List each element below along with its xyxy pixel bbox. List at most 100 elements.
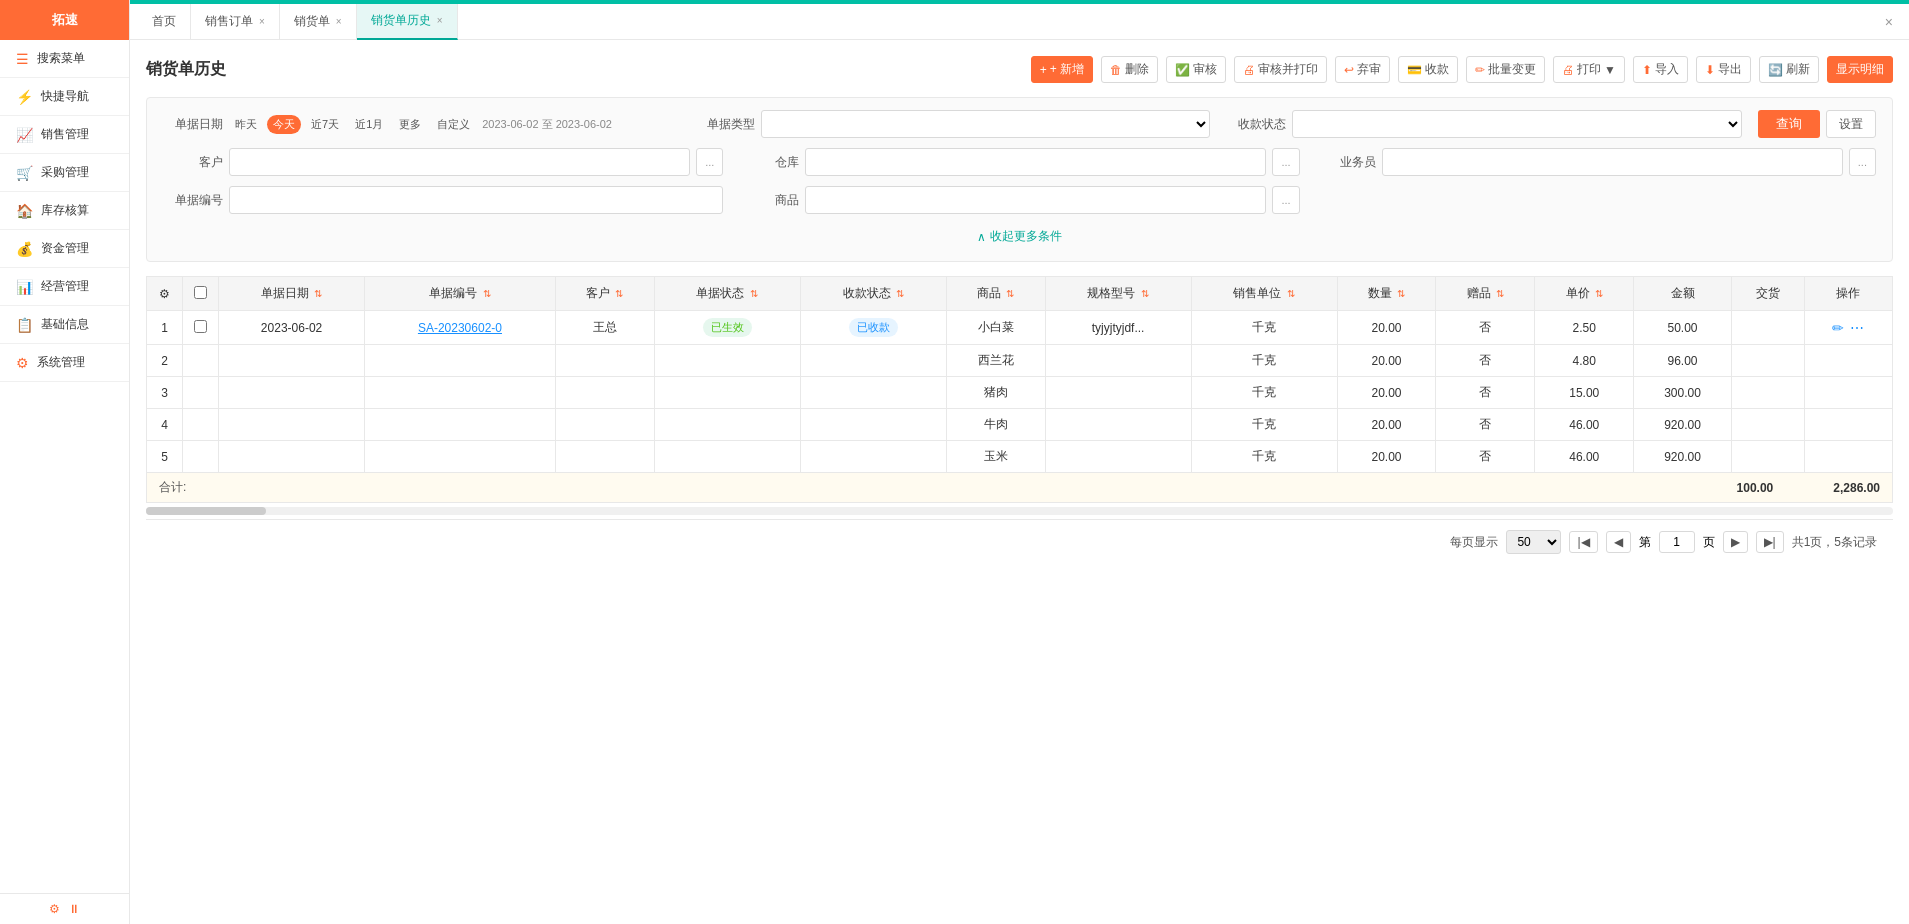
- audit-print-button[interactable]: 🖨 审核并打印: [1234, 56, 1327, 83]
- refresh-button[interactable]: 🔄 刷新: [1759, 56, 1819, 83]
- sidebar-item-quick-nav[interactable]: ⚡ 快捷导航: [0, 78, 129, 116]
- row-unit-price: 15.00: [1535, 377, 1634, 409]
- col-amount[interactable]: 金额: [1634, 277, 1732, 311]
- export-button[interactable]: ⬇ 导出: [1696, 56, 1751, 83]
- new-button[interactable]: + + 新增: [1031, 56, 1093, 83]
- export-icon: ⬇: [1705, 63, 1715, 77]
- tab-sales-order[interactable]: 销售订单 ×: [191, 4, 280, 40]
- col-doc-date[interactable]: 单据日期 ⇅: [219, 277, 365, 311]
- row-doc-status: 已生效: [654, 311, 800, 345]
- page-size-select[interactable]: 50 100 200: [1506, 530, 1561, 554]
- goods-input[interactable]: [805, 186, 1266, 214]
- col-transaction[interactable]: 交货: [1731, 277, 1804, 311]
- row-checkbox[interactable]: [194, 320, 207, 333]
- sidebar-bottom-btn2[interactable]: ⏸: [68, 902, 80, 916]
- tab-sales-history[interactable]: 销货单历史 ×: [357, 4, 458, 40]
- sidebar-item-operations-mgmt[interactable]: 📊 经营管理: [0, 268, 129, 306]
- date-tab-1month[interactable]: 近1月: [349, 115, 389, 134]
- goods-ellipsis-btn[interactable]: ...: [1272, 186, 1299, 214]
- sidebar-item-sales-mgmt[interactable]: 📈 销售管理: [0, 116, 129, 154]
- sidebar-item-funds-mgmt[interactable]: 💰 资金管理: [0, 230, 129, 268]
- filter-section: 单据日期 昨天 今天 近7天 近1月 更多 自定义 2023-06-02 至 2…: [146, 97, 1893, 262]
- date-tab-today[interactable]: 今天: [267, 115, 301, 134]
- row-doc-no[interactable]: SA-20230602-0: [365, 311, 556, 345]
- abandon-button[interactable]: ↩ 弃审: [1335, 56, 1390, 83]
- collect-icon: 💳: [1407, 63, 1422, 77]
- sidebar-item-inventory[interactable]: 🏠 库存核算: [0, 192, 129, 230]
- date-tab-7days[interactable]: 近7天: [305, 115, 345, 134]
- staff-ellipsis-btn[interactable]: ...: [1849, 148, 1876, 176]
- date-tab-custom[interactable]: 自定义: [431, 115, 476, 134]
- staff-input[interactable]: [1382, 148, 1843, 176]
- col-doc-status[interactable]: 单据状态 ⇅: [654, 277, 800, 311]
- filter-group-customer: 客户 ...: [163, 148, 723, 176]
- show-detail-button[interactable]: 显示明细: [1827, 56, 1893, 83]
- settings-icon[interactable]: ⚙: [159, 287, 170, 301]
- last-page-btn[interactable]: ▶|: [1756, 531, 1784, 553]
- col-settings[interactable]: ⚙: [147, 277, 183, 311]
- prev-page-btn[interactable]: ◀: [1606, 531, 1631, 553]
- next-page-btn[interactable]: ▶: [1723, 531, 1748, 553]
- sidebar-item-system-mgmt[interactable]: ⚙ 系统管理: [0, 344, 129, 382]
- doc-type-select[interactable]: [761, 110, 1211, 138]
- row-checkbox-cell: [183, 441, 219, 473]
- tab-sales-delivery[interactable]: 销货单 ×: [280, 4, 357, 40]
- print-button[interactable]: 🖨 打印 ▼: [1553, 56, 1625, 83]
- warehouse-input[interactable]: [805, 148, 1266, 176]
- col-spec[interactable]: 规格型号 ⇅: [1045, 277, 1191, 311]
- horizontal-scrollbar[interactable]: [146, 507, 1893, 515]
- col-doc-no[interactable]: 单据编号 ⇅: [365, 277, 556, 311]
- row-transaction: [1731, 441, 1804, 473]
- customer-label: 客户: [163, 154, 223, 171]
- doc-no-input[interactable]: [229, 186, 723, 214]
- date-tab-yesterday[interactable]: 昨天: [229, 115, 263, 134]
- batch-change-button[interactable]: ✏ 批量变更: [1466, 56, 1545, 83]
- collect-button[interactable]: 💳 收款: [1398, 56, 1458, 83]
- col-qty[interactable]: 数量 ⇅: [1337, 277, 1436, 311]
- close-sales-history-tab[interactable]: ×: [437, 15, 443, 26]
- query-button[interactable]: 查询: [1758, 110, 1820, 138]
- first-page-btn[interactable]: |◀: [1569, 531, 1597, 553]
- doc-no-label: 单据编号: [163, 192, 223, 209]
- collect-status-select[interactable]: [1292, 110, 1742, 138]
- row-collect-status: [800, 377, 946, 409]
- batch-change-icon: ✏: [1475, 63, 1485, 77]
- sidebar-item-purchase-mgmt[interactable]: 🛒 采购管理: [0, 154, 129, 192]
- sort-goods-icon: ⇅: [1006, 288, 1014, 299]
- customer-input[interactable]: [229, 148, 690, 176]
- col-unit-price[interactable]: 单价 ⇅: [1535, 277, 1634, 311]
- delete-button[interactable]: 🗑 删除: [1101, 56, 1158, 83]
- more-action-icon[interactable]: ⋯: [1850, 320, 1864, 336]
- customer-ellipsis-btn[interactable]: ...: [696, 148, 723, 176]
- col-gift[interactable]: 赠品 ⇅: [1436, 277, 1535, 311]
- sidebar-bottom-btn1[interactable]: ⚙: [49, 902, 60, 916]
- doc-no-link[interactable]: SA-20230602-0: [418, 321, 502, 335]
- filter-row-3: 单据编号 商品 ...: [163, 186, 1876, 214]
- date-tab-more[interactable]: 更多: [393, 115, 427, 134]
- col-collect-status[interactable]: 收款状态 ⇅: [800, 277, 946, 311]
- tab-home[interactable]: 首页: [138, 4, 191, 40]
- page-number-input[interactable]: 1: [1659, 531, 1695, 553]
- sidebar-item-search-menu[interactable]: ☰ 搜索菜单: [0, 40, 129, 78]
- edit-action-icon[interactable]: ✏: [1832, 320, 1844, 336]
- scroll-thumb[interactable]: [146, 507, 266, 515]
- col-customer[interactable]: 客户 ⇅: [555, 277, 654, 311]
- sidebar-item-basic-info[interactable]: 📋 基础信息: [0, 306, 129, 344]
- warehouse-ellipsis-btn[interactable]: ...: [1272, 148, 1299, 176]
- audit-button[interactable]: ✅ 审核: [1166, 56, 1226, 83]
- sort-doc-status-icon: ⇅: [750, 288, 758, 299]
- import-button[interactable]: ⬆ 导入: [1633, 56, 1688, 83]
- footer-total-amount: 2,286.00: [1833, 481, 1880, 495]
- row-spec: [1045, 441, 1191, 473]
- close-sales-delivery-tab[interactable]: ×: [336, 16, 342, 27]
- close-sales-order-tab[interactable]: ×: [259, 16, 265, 27]
- filter-row-2: 客户 ... 仓库 ... 业务员 ...: [163, 148, 1876, 176]
- row-spec: [1045, 345, 1191, 377]
- col-sales-unit[interactable]: 销售单位 ⇅: [1191, 277, 1337, 311]
- filter-setting-button[interactable]: 设置: [1826, 110, 1876, 138]
- select-all-checkbox[interactable]: [194, 286, 207, 299]
- data-table: ⚙ 单据日期 ⇅ 单据编号 ⇅ 客户 ⇅: [146, 276, 1893, 473]
- collapse-filter-button[interactable]: ∧ 收起更多条件: [163, 224, 1876, 249]
- tab-bar-close-all[interactable]: ×: [1877, 14, 1901, 30]
- col-goods[interactable]: 商品 ⇅: [946, 277, 1045, 311]
